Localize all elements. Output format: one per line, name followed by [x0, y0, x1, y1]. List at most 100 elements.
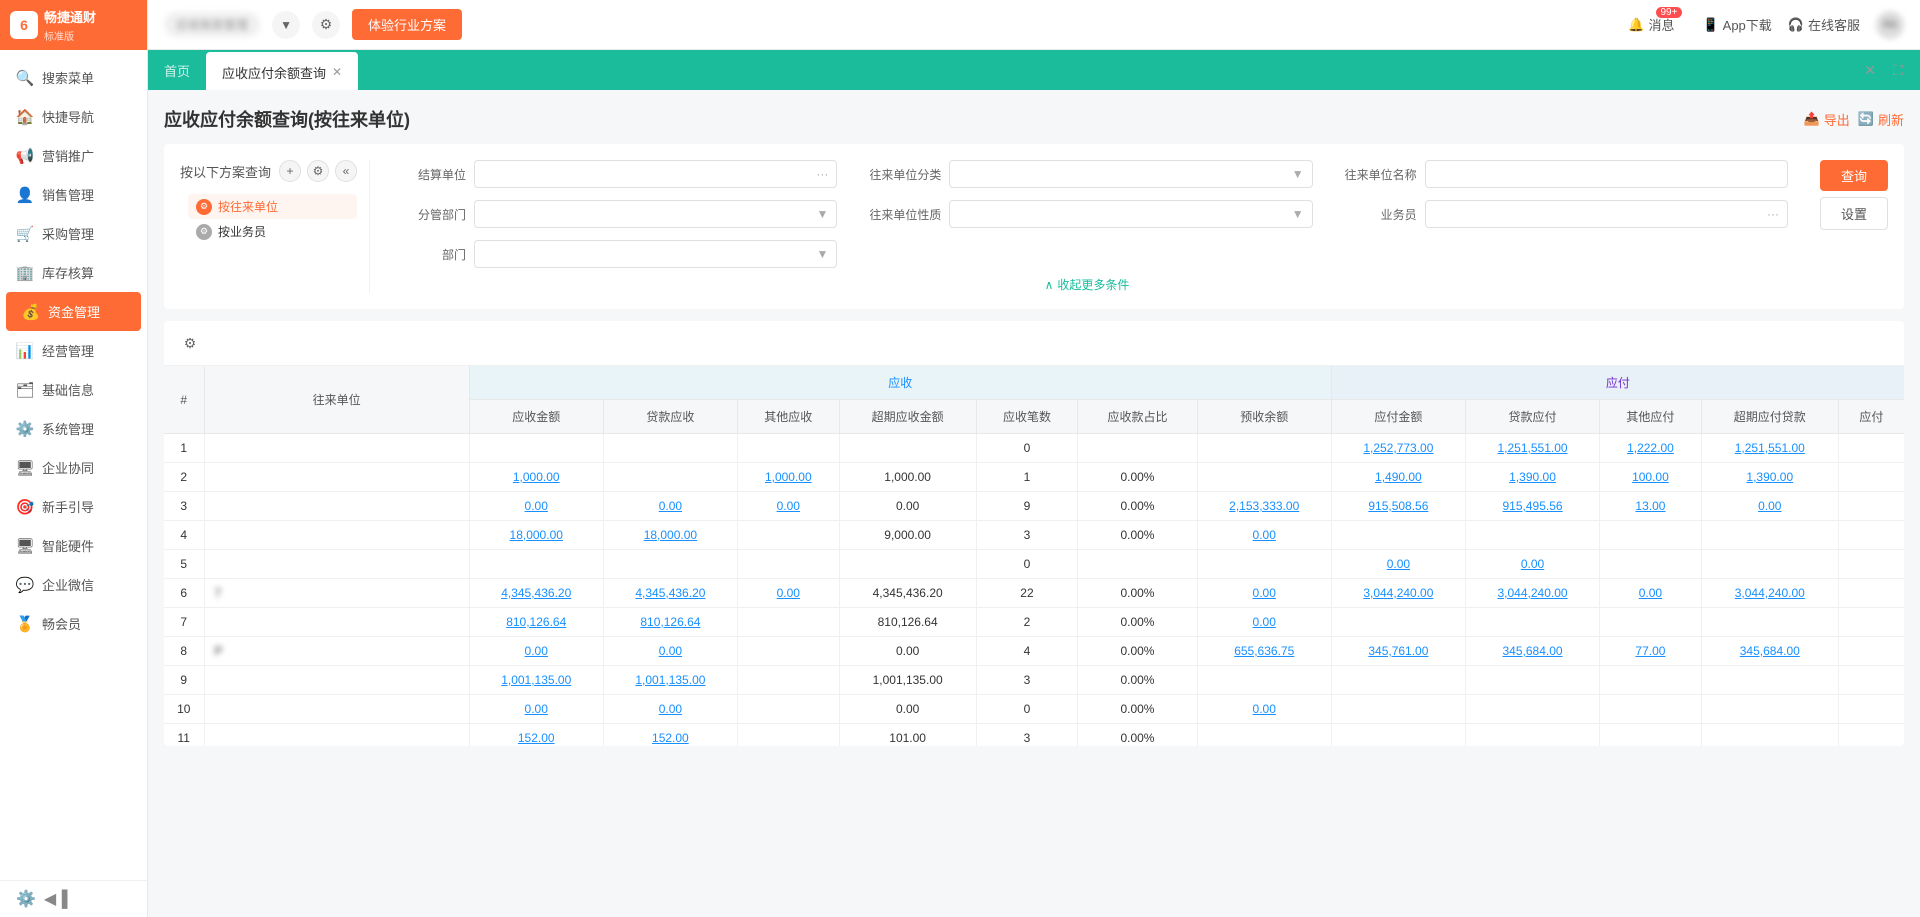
sidebar-item-system[interactable]: ⚙️ 系统管理 — [0, 409, 147, 448]
table-row: 101,252,773.001,251,551.001,222.001,251,… — [164, 434, 1904, 463]
wechat-icon: 💬 — [16, 576, 34, 594]
edit-scheme-btn[interactable]: ⚙ — [307, 160, 329, 182]
table-toolbar: ⚙ — [164, 321, 1904, 366]
marketing-icon: 📢 — [16, 147, 34, 165]
search-icon: 🔍 — [16, 69, 34, 87]
th-ap-loan: 贷款应付 — [1465, 400, 1599, 434]
table-row: 7810,126.64810,126.64810,126.6420.00%0.0… — [164, 608, 1904, 637]
breadcrumb: 应收账款管理 — [164, 12, 260, 37]
scheme-item-partner[interactable]: ⚙ 按往来单位 — [188, 194, 357, 219]
th-index: # — [164, 366, 204, 434]
table-row: 8P0.000.000.0040.00%655,636.75345,761.00… — [164, 637, 1904, 666]
search-panel-header: 按以下方案查询 + ⚙ « — [180, 160, 357, 182]
topbar: 应收账款管理 ▼ ⚙ 体验行业方案 🔔 消息 99+ 📱 App下载 🎧 在线客… — [148, 0, 1920, 50]
partner-nature-input[interactable]: ▼ — [949, 200, 1312, 228]
th-ar-amount: 应收金额 — [469, 400, 603, 434]
app-download-label: App下载 — [1723, 15, 1772, 34]
sidebar-item-quick-nav[interactable]: 🏠 快捷导航 — [0, 97, 147, 136]
sidebar-item-marketing[interactable]: 📢 营销推广 — [0, 136, 147, 175]
sidebar-item-hardware[interactable]: 🖥 智能硬件 — [0, 526, 147, 565]
sidebar-item-member[interactable]: 🏅 畅会员 — [0, 604, 147, 643]
export-icon: 📤 — [1804, 111, 1820, 127]
app-download-item[interactable]: 📱 App下载 — [1702, 15, 1771, 34]
sales-icon: 👤 — [16, 186, 34, 204]
export-btn[interactable]: 📤 导出 — [1804, 110, 1850, 129]
search-panel-title: 按以下方案查询 — [180, 162, 271, 181]
sidebar-item-wechat[interactable]: 💬 企业微信 — [0, 565, 147, 604]
window-close-btn[interactable]: ✕ — [1860, 60, 1880, 80]
partner-nature-label: 往来单位性质 — [861, 206, 941, 223]
tabs-bar: 首页 应收应付余额查询 ✕ ✕ ⛶ — [148, 50, 1920, 90]
system-icon: ⚙️ — [16, 420, 34, 438]
tab-home-label: 首页 — [164, 61, 190, 80]
refresh-btn[interactable]: 🔄 刷新 — [1858, 110, 1904, 129]
search-form: 结算单位 ··· 往来单位分类 ▼ — [386, 160, 1788, 268]
settlement-input[interactable]: ··· — [474, 160, 837, 188]
salesman-input[interactable]: ··· — [1425, 200, 1788, 228]
table-row: 674,345,436.204,345,436.200.004,345,436.… — [164, 579, 1904, 608]
window-maximize-btn[interactable]: ⛶ — [1888, 60, 1908, 80]
nav-dropdown-btn[interactable]: ▼ — [272, 11, 300, 39]
trial-btn[interactable]: 体验行业方案 — [352, 9, 462, 40]
guide-icon: 🎯 — [16, 498, 34, 516]
table-row: 100.000.000.0000.00%0.00 — [164, 695, 1904, 724]
sidebar-item-operations[interactable]: 📊 经营管理 — [0, 331, 147, 370]
scheme-salesman-icon: ⚙ — [196, 224, 212, 240]
refresh-icon: 🔄 — [1858, 111, 1874, 127]
query-btn[interactable]: 查询 — [1820, 160, 1888, 191]
topbar-right: 🔔 消息 99+ 📱 App下载 🎧 在线客服 Rit — [1628, 11, 1904, 39]
notification-icon: 🔔 — [1628, 17, 1644, 33]
th-partner: 往来单位 — [204, 366, 469, 434]
tab-close-icon[interactable]: ✕ — [332, 65, 342, 79]
scheme-item-salesman[interactable]: ⚙ 按业务员 — [188, 219, 357, 244]
page-content: 应收应付余额查询(按往来单位) 📤 导出 🔄 刷新 — [148, 90, 1920, 917]
sidebar-item-purchase[interactable]: 🛒 采购管理 — [0, 214, 147, 253]
page-header: 应收应付余额查询(按往来单位) 📤 导出 🔄 刷新 — [164, 106, 1904, 132]
page-header-actions: 📤 导出 🔄 刷新 — [1804, 110, 1904, 129]
form-row-partner-nature: 往来单位性质 ▼ — [861, 200, 1312, 228]
sidebar-item-capital[interactable]: 💰 资金管理 — [6, 292, 141, 331]
inventory-icon: 🏢 — [16, 264, 34, 282]
dropdown-icon-4: ▼ — [816, 247, 828, 261]
topbar-settings-btn[interactable]: ⚙ — [312, 11, 340, 39]
online-service-item[interactable]: 🎧 在线客服 — [1788, 15, 1860, 34]
table-settings-btn[interactable]: ⚙ — [176, 329, 204, 357]
hardware-icon: 🖥 — [16, 537, 34, 555]
th-ar-loan: 贷款应收 — [603, 400, 737, 434]
search-panel-controls: + ⚙ « — [279, 160, 357, 182]
tab-home[interactable]: 首页 — [148, 50, 206, 90]
notification-item[interactable]: 🔔 消息 99+ — [1628, 15, 1674, 34]
th-ar-other: 其他应收 — [737, 400, 839, 434]
operations-icon: 📊 — [16, 342, 34, 360]
table-row: 21,000.001,000.001,000.0010.00%1,490.001… — [164, 463, 1904, 492]
partner-name-label: 往来单位名称 — [1337, 166, 1417, 183]
sidebar-item-enterprise[interactable]: 🖥 企业协同 — [0, 448, 147, 487]
partner-name-input[interactable] — [1425, 160, 1788, 188]
add-scheme-btn[interactable]: + — [279, 160, 301, 182]
table-scroll-area[interactable]: # 往来单位 应收 应付 应收金额 贷款应收 其他应收 超期应收金额 应收笔数 — [164, 366, 1904, 746]
collapse-conditions-btn[interactable]: ∧ 收起更多条件 — [386, 276, 1788, 293]
th-ap-amount: 应付金额 — [1331, 400, 1465, 434]
partner-category-input[interactable]: ▼ — [949, 160, 1312, 188]
tab-ar-balance[interactable]: 应收应付余额查询 ✕ — [206, 52, 358, 92]
sidebar-item-basic-info[interactable]: 🗂 基础信息 — [0, 370, 147, 409]
collapse-scheme-btn[interactable]: « — [335, 160, 357, 182]
department-label: 分管部门 — [386, 206, 466, 223]
sidebar-item-guide[interactable]: 🎯 新手引导 — [0, 487, 147, 526]
settings-bottom-icon[interactable]: ⚙️ — [16, 889, 36, 909]
sidebar-item-sales[interactable]: 👤 销售管理 — [0, 175, 147, 214]
th-ap-overdue: 超期应付贷款 — [1701, 400, 1838, 434]
collapse-sidebar-icon[interactable]: ◀▐ — [44, 889, 68, 909]
table-row: 418,000.0018,000.009,000.0030.00%0.00 — [164, 521, 1904, 550]
sidebar-item-inventory[interactable]: 🏢 库存核算 — [0, 253, 147, 292]
user-info[interactable]: Rit — [1876, 11, 1904, 39]
search-actions: 查询 设置 — [1804, 160, 1888, 293]
sidebar-item-search-menu[interactable]: 🔍 搜索菜单 — [0, 58, 147, 97]
department-input[interactable]: ▼ — [474, 200, 837, 228]
sidebar-menu: 🔍 搜索菜单 🏠 快捷导航 📢 营销推广 👤 销售管理 🛒 采购管理 🏢 — [0, 50, 147, 880]
dept-input[interactable]: ▼ — [474, 240, 837, 268]
tab-ar-label: 应收应付余额查询 — [222, 63, 326, 82]
settings-query-btn[interactable]: 设置 — [1820, 197, 1888, 230]
member-icon: 🏅 — [16, 615, 34, 633]
table-row: 500.000.00 — [164, 550, 1904, 579]
